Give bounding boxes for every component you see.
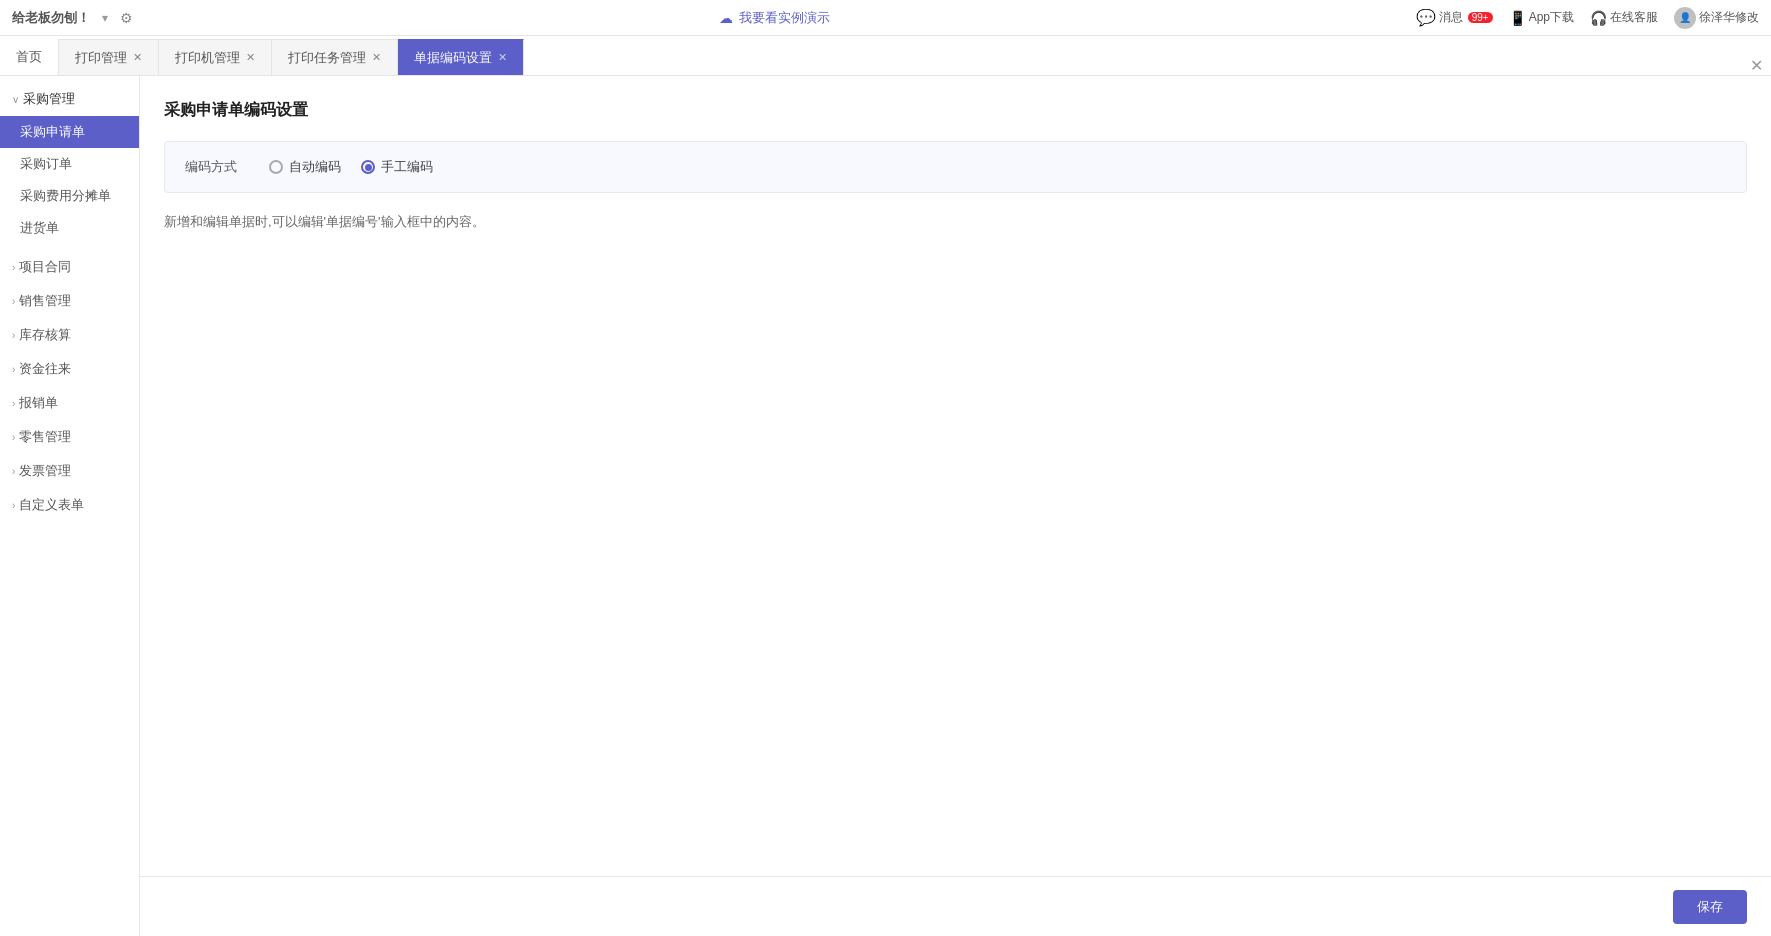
tab-print-task-mgmt-close[interactable]: ✕ xyxy=(372,51,381,64)
top-bar-center: ☁ 我要看实例演示 xyxy=(719,9,830,27)
sidebar-item-custom-form[interactable]: › 自定义表单 xyxy=(0,488,139,522)
tab-printer-mgmt[interactable]: 打印机管理 ✕ xyxy=(159,39,272,75)
user-name: 徐泽华修改 xyxy=(1699,9,1759,26)
headset-icon: 🎧 xyxy=(1590,10,1607,26)
brand-logo: 给老板勿刨！ xyxy=(12,9,90,27)
sidebar-item-returns-label: 报销单 xyxy=(19,394,58,412)
tab-home[interactable]: 首页 xyxy=(0,39,59,75)
app-download-button[interactable]: 📱 App下载 xyxy=(1509,9,1574,26)
encoding-label: 编码方式 xyxy=(185,158,245,176)
sidebar-item-purchase-order-label: 采购订单 xyxy=(20,156,72,171)
tab-print-task-mgmt-label: 打印任务管理 xyxy=(288,49,366,67)
radio-auto-label: 自动编码 xyxy=(289,158,341,176)
tab-printer-mgmt-label: 打印机管理 xyxy=(175,49,240,67)
brand-dropdown-icon[interactable]: ▾ xyxy=(102,11,108,25)
tab-home-label: 首页 xyxy=(16,48,42,66)
chevron-right-icon-custom: › xyxy=(12,500,15,511)
sidebar-item-invoice-label: 发票管理 xyxy=(19,462,71,480)
chevron-right-icon-sales: › xyxy=(12,296,15,307)
chevron-right-icon-inventory: › xyxy=(12,330,15,341)
top-bar: 给老板勿刨！ ▾ ⚙ ☁ 我要看实例演示 💬 消息 99+ 📱 App下载 🎧 … xyxy=(0,0,1771,36)
content-footer: 保存 xyxy=(140,876,1771,936)
sidebar-group-purchase: ∨ 采购管理 采购申请单 采购订单 采购费用分摊单 进货单 xyxy=(0,76,139,250)
online-service-button[interactable]: 🎧 在线客服 xyxy=(1590,9,1658,26)
cloud-icon: ☁ xyxy=(719,10,733,26)
top-bar-right: 💬 消息 99+ 📱 App下载 🎧 在线客服 👤 徐泽华修改 xyxy=(1416,7,1759,29)
global-close-button[interactable]: ✕ xyxy=(1750,56,1763,75)
sidebar-item-purchase-request-label: 采购申请单 xyxy=(20,124,85,139)
sidebar-item-sales-mgmt[interactable]: › 销售管理 xyxy=(0,284,139,318)
chevron-down-icon: ∨ xyxy=(12,94,19,105)
sidebar-item-inventory[interactable]: › 库存核算 xyxy=(0,318,139,352)
content-area: 采购申请单编码设置 编码方式 自动编码 手工编码 xyxy=(140,76,1771,936)
sidebar-item-receipt-label: 进货单 xyxy=(20,220,59,235)
service-label: 在线客服 xyxy=(1610,9,1658,26)
sidebar-item-returns[interactable]: › 报销单 xyxy=(0,386,139,420)
chevron-right-icon-returns: › xyxy=(12,398,15,409)
content-body: 采购申请单编码设置 编码方式 自动编码 手工编码 xyxy=(140,76,1771,876)
chevron-right-icon-capital: › xyxy=(12,364,15,375)
user-menu[interactable]: 👤 徐泽华修改 xyxy=(1674,7,1759,29)
sidebar-item-invoice[interactable]: › 发票管理 xyxy=(0,454,139,488)
chevron-right-icon-retail: › xyxy=(12,432,15,443)
sidebar-item-custom-form-label: 自定义表单 xyxy=(19,496,84,514)
sidebar-item-sales-mgmt-label: 销售管理 xyxy=(19,292,71,310)
tab-print-mgmt-close[interactable]: ✕ xyxy=(133,51,142,64)
message-label: 消息 xyxy=(1439,9,1463,26)
sidebar: ∨ 采购管理 采购申请单 采购订单 采购费用分摊单 进货单 › 项目合同 › 销… xyxy=(0,76,140,936)
sidebar-item-project-contract-label: 项目合同 xyxy=(19,258,71,276)
radio-manual-circle xyxy=(361,160,375,174)
message-icon: 💬 xyxy=(1416,8,1436,27)
radio-manual-encoding[interactable]: 手工编码 xyxy=(361,158,433,176)
message-badge: 99+ xyxy=(1468,12,1493,23)
main-layout: ∨ 采购管理 采购申请单 采购订单 采购费用分摊单 进货单 › 项目合同 › 销… xyxy=(0,76,1771,936)
tab-serial-code-close[interactable]: ✕ xyxy=(498,51,507,64)
sidebar-item-purchase-order[interactable]: 采购订单 xyxy=(0,148,139,180)
radio-auto-circle xyxy=(269,160,283,174)
tab-bar: 首页 打印管理 ✕ 打印机管理 ✕ 打印任务管理 ✕ 单据编码设置 ✕ ✕ xyxy=(0,36,1771,76)
message-button[interactable]: 💬 消息 99+ xyxy=(1416,8,1493,27)
radio-auto-encoding[interactable]: 自动编码 xyxy=(269,158,341,176)
tab-print-mgmt[interactable]: 打印管理 ✕ xyxy=(59,39,159,75)
sidebar-group-purchase-label: 采购管理 xyxy=(23,90,75,108)
encoding-form-row: 编码方式 自动编码 手工编码 xyxy=(185,158,1726,176)
chevron-right-icon-invoice: › xyxy=(12,466,15,477)
avatar: 👤 xyxy=(1674,7,1696,29)
top-bar-left: 给老板勿刨！ ▾ ⚙ xyxy=(12,9,133,27)
app-icon: 📱 xyxy=(1509,10,1526,26)
encoding-form: 编码方式 自动编码 手工编码 xyxy=(164,141,1747,193)
demo-link[interactable]: 我要看实例演示 xyxy=(739,9,830,27)
sidebar-item-capital-label: 资金往来 xyxy=(19,360,71,378)
sidebar-item-retail-label: 零售管理 xyxy=(19,428,71,446)
radio-group-encoding: 自动编码 手工编码 xyxy=(269,158,433,176)
tab-print-task-mgmt[interactable]: 打印任务管理 ✕ xyxy=(272,39,398,75)
tab-print-mgmt-label: 打印管理 xyxy=(75,49,127,67)
sidebar-item-purchase-expense-label: 采购费用分摊单 xyxy=(20,188,111,203)
save-button[interactable]: 保存 xyxy=(1673,890,1747,924)
chevron-right-icon-project: › xyxy=(12,262,15,273)
sidebar-item-purchase-request[interactable]: 采购申请单 xyxy=(0,116,139,148)
sidebar-item-project-contract[interactable]: › 项目合同 xyxy=(0,250,139,284)
sidebar-item-retail[interactable]: › 零售管理 xyxy=(0,420,139,454)
sidebar-item-inventory-label: 库存核算 xyxy=(19,326,71,344)
app-label: App下载 xyxy=(1529,9,1574,26)
tab-printer-mgmt-close[interactable]: ✕ xyxy=(246,51,255,64)
hint-text: 新增和编辑单据时,可以编辑'单据编号'输入框中的内容。 xyxy=(164,213,1747,231)
tab-serial-code-label: 单据编码设置 xyxy=(414,49,492,67)
sidebar-item-purchase-expense[interactable]: 采购费用分摊单 xyxy=(0,180,139,212)
sidebar-group-purchase-title[interactable]: ∨ 采购管理 xyxy=(0,82,139,116)
sidebar-item-receipt[interactable]: 进货单 xyxy=(0,212,139,244)
radio-manual-label: 手工编码 xyxy=(381,158,433,176)
page-title: 采购申请单编码设置 xyxy=(164,100,1747,121)
settings-icon[interactable]: ⚙ xyxy=(120,10,133,26)
sidebar-item-capital[interactable]: › 资金往来 xyxy=(0,352,139,386)
tab-serial-code[interactable]: 单据编码设置 ✕ xyxy=(398,39,524,75)
